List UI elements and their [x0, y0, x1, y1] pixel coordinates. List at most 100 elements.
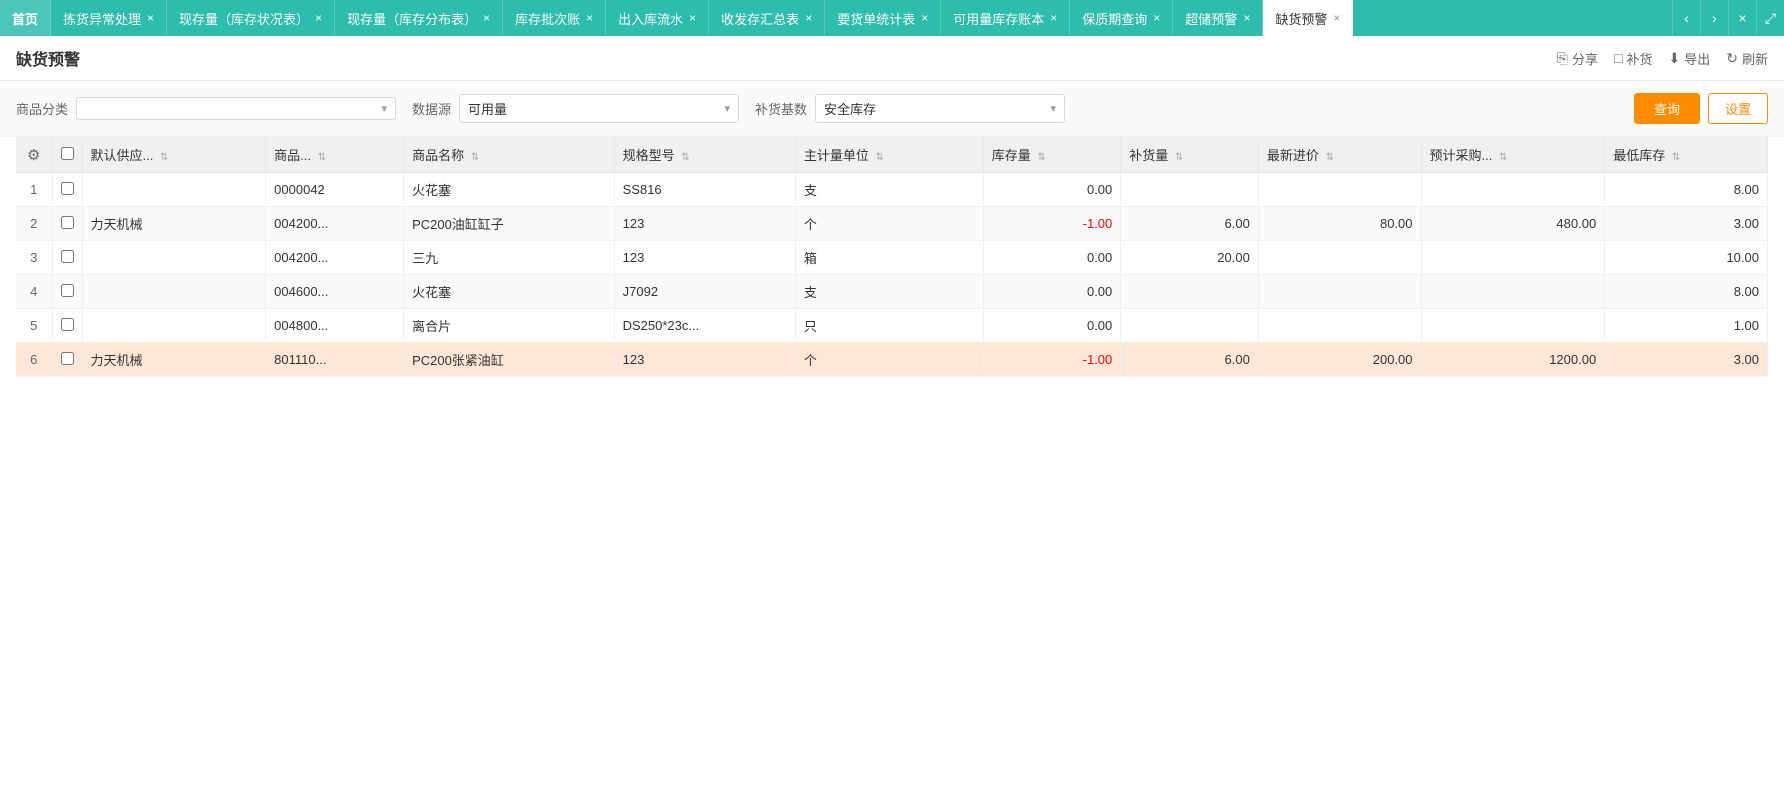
cell-est-purchase [1421, 275, 1605, 309]
cell-supplier: 力天机械 [82, 207, 266, 241]
filter-area: 商品分类 ▾ 数据源 可用量 ▾ 补货基数 安全库存 ▾ 查询 设置 [0, 81, 1784, 137]
tab-batch-account[interactable]: 库存批次账 × [503, 0, 606, 36]
cell-stock: 0.00 [983, 241, 1121, 275]
cell-replenish-qty [1121, 309, 1259, 343]
share-action[interactable]: ⎘ 分享 [1557, 49, 1598, 68]
tab-next-btn[interactable]: › [1700, 0, 1728, 36]
refresh-action[interactable]: ↻ 刷新 [1726, 49, 1768, 68]
th-product-name-label: 商品名称 [412, 148, 464, 163]
th-spec[interactable]: 规格型号 ⇅ [614, 137, 795, 173]
table-row: 6力天机械801110...PC200张紧油缸123个-1.006.00200.… [16, 343, 1768, 377]
cell-spec: J7092 [614, 275, 795, 309]
th-supplier[interactable]: 默认供应... ⇅ [82, 137, 266, 173]
cell-spec: 123 [614, 241, 795, 275]
th-latest-price-label: 最新进价 [1267, 148, 1319, 163]
datasource-filter-group: 数据源 可用量 ▾ [412, 94, 739, 123]
tab-close-abnormal[interactable]: × [147, 12, 154, 24]
tab-close-expire-query[interactable]: × [1153, 12, 1160, 24]
cell-stock: -1.00 [983, 343, 1121, 377]
row-checkbox[interactable] [61, 216, 74, 229]
tab-overstock[interactable]: 超储预警 × [1173, 0, 1263, 36]
th-checkbox [52, 137, 82, 173]
tab-close-collect-summary[interactable]: × [805, 12, 812, 24]
th-unit[interactable]: 主计量单位 ⇅ [795, 137, 983, 173]
cell-supplier [82, 241, 266, 275]
table-container: ⚙ 默认供应... ⇅ 商品... ⇅ 商品名称 ⇅ [0, 137, 1784, 393]
tab-label-order-stats: 要货单统计表 [837, 9, 915, 28]
tab-inventory-dist[interactable]: 现存量（库存分布表） × [335, 0, 503, 36]
cell-product-name: PC200油缸缸子 [404, 207, 615, 241]
cell-unit: 个 [795, 207, 983, 241]
tab-close-inventory-status[interactable]: × [315, 12, 322, 24]
tab-prev-btn[interactable]: ‹ [1672, 0, 1700, 36]
tab-fullscreen-btn[interactable]: ⤢ [1756, 0, 1784, 36]
cell-product-name: 火花塞 [404, 173, 615, 207]
row-checkbox[interactable] [61, 182, 74, 195]
cell-replenish-qty: 6.00 [1121, 343, 1259, 377]
cell-product-name: 三九 [404, 241, 615, 275]
tab-shortage[interactable]: 缺货预警 × [1263, 0, 1353, 36]
tab-inventory-status[interactable]: 现存量（库存状况表） × [167, 0, 335, 36]
select-all-checkbox[interactable] [61, 147, 74, 160]
row-checkbox[interactable] [61, 352, 74, 365]
gear-settings-btn[interactable]: ⚙ [27, 146, 40, 164]
datasource-label: 数据源 [412, 99, 451, 118]
tab-expire-query[interactable]: 保质期查询 × [1070, 0, 1173, 36]
tab-order-stats[interactable]: 要货单统计表 × [825, 0, 941, 36]
tab-close-batch-account[interactable]: × [586, 12, 593, 24]
tab-home[interactable]: 首页 [0, 0, 51, 36]
tab-label-inout-flow: 出入库流水 [618, 9, 683, 28]
replenish-basis-select-text: 安全库存 [824, 99, 1042, 118]
tab-close-inout-flow[interactable]: × [689, 12, 696, 24]
cell-latest-price: 200.00 [1258, 343, 1421, 377]
th-est-purchase[interactable]: 预计采购... ⇅ [1421, 137, 1605, 173]
tab-close-shortage[interactable]: × [1333, 12, 1340, 24]
th-min-stock[interactable]: 最低库存 ⇅ [1605, 137, 1768, 173]
table-row: 3004200...三九123箱0.0020.0010.00 [16, 241, 1768, 275]
export-label: 导出 [1684, 49, 1710, 68]
tab-inout-flow[interactable]: 出入库流水 × [606, 0, 709, 36]
tab-close-inventory-dist[interactable]: × [483, 12, 490, 24]
replenish-icon: □ [1614, 50, 1622, 66]
tab-abnormal[interactable]: 拣货异常处理 × [51, 0, 167, 36]
cell-spec: 123 [614, 207, 795, 241]
th-min-stock-label: 最低库存 [1613, 148, 1665, 163]
th-product-code[interactable]: 商品... ⇅ [266, 137, 404, 173]
datasource-select[interactable]: 可用量 ▾ [459, 94, 739, 123]
row-checkbox[interactable] [61, 284, 74, 297]
query-button[interactable]: 查询 [1634, 93, 1700, 124]
cell-replenish-qty: 20.00 [1121, 241, 1259, 275]
cell-product-code: 004200... [266, 241, 404, 275]
page-content: 缺货预警 ⎘ 分享 □ 补货 ⬇ 导出 ↻ 刷新 商品分类 [0, 36, 1784, 796]
product-name-sort-icon: ⇅ [471, 152, 479, 163]
tab-close-avail-ledger[interactable]: × [1050, 12, 1057, 24]
category-select[interactable]: ▾ [76, 97, 396, 120]
row-checkbox[interactable] [61, 318, 74, 331]
tab-close-order-stats[interactable]: × [921, 12, 928, 24]
export-action[interactable]: ⬇ 导出 [1669, 49, 1711, 68]
th-spec-label: 规格型号 [623, 148, 675, 163]
table-row: 4004600...火花塞J7092支0.008.00 [16, 275, 1768, 309]
tab-nav-buttons: ‹ › × ⤢ [1672, 0, 1784, 36]
replenish-basis-select[interactable]: 安全库存 ▾ [815, 94, 1065, 123]
th-product-name[interactable]: 商品名称 ⇅ [404, 137, 615, 173]
replenish-basis-filter-group: 补货基数 安全库存 ▾ [755, 94, 1065, 123]
th-stock[interactable]: 库存量 ⇅ [983, 137, 1121, 173]
th-latest-price[interactable]: 最新进价 ⇅ [1258, 137, 1421, 173]
row-num: 5 [16, 309, 52, 343]
row-num: 1 [16, 173, 52, 207]
latest-price-sort-icon: ⇅ [1325, 152, 1333, 163]
tab-close-all-btn[interactable]: × [1728, 0, 1756, 36]
cell-latest-price [1258, 309, 1421, 343]
tab-collect-summary[interactable]: 收发存汇总表 × [709, 0, 825, 36]
row-checkbox[interactable] [61, 250, 74, 263]
th-replenish-qty[interactable]: 补货量 ⇅ [1121, 137, 1259, 173]
tab-avail-ledger[interactable]: 可用量库存账本 × [941, 0, 1070, 36]
tab-close-overstock[interactable]: × [1243, 12, 1250, 24]
cell-min-stock: 3.00 [1605, 207, 1768, 241]
th-supplier-label: 默认供应... [91, 148, 154, 163]
tab-label-inventory-dist: 现存量（库存分布表） [347, 9, 477, 28]
replenish-action[interactable]: □ 补货 [1614, 49, 1652, 68]
tab-label-collect-summary: 收发存汇总表 [721, 9, 799, 28]
settings-button[interactable]: 设置 [1708, 93, 1768, 124]
